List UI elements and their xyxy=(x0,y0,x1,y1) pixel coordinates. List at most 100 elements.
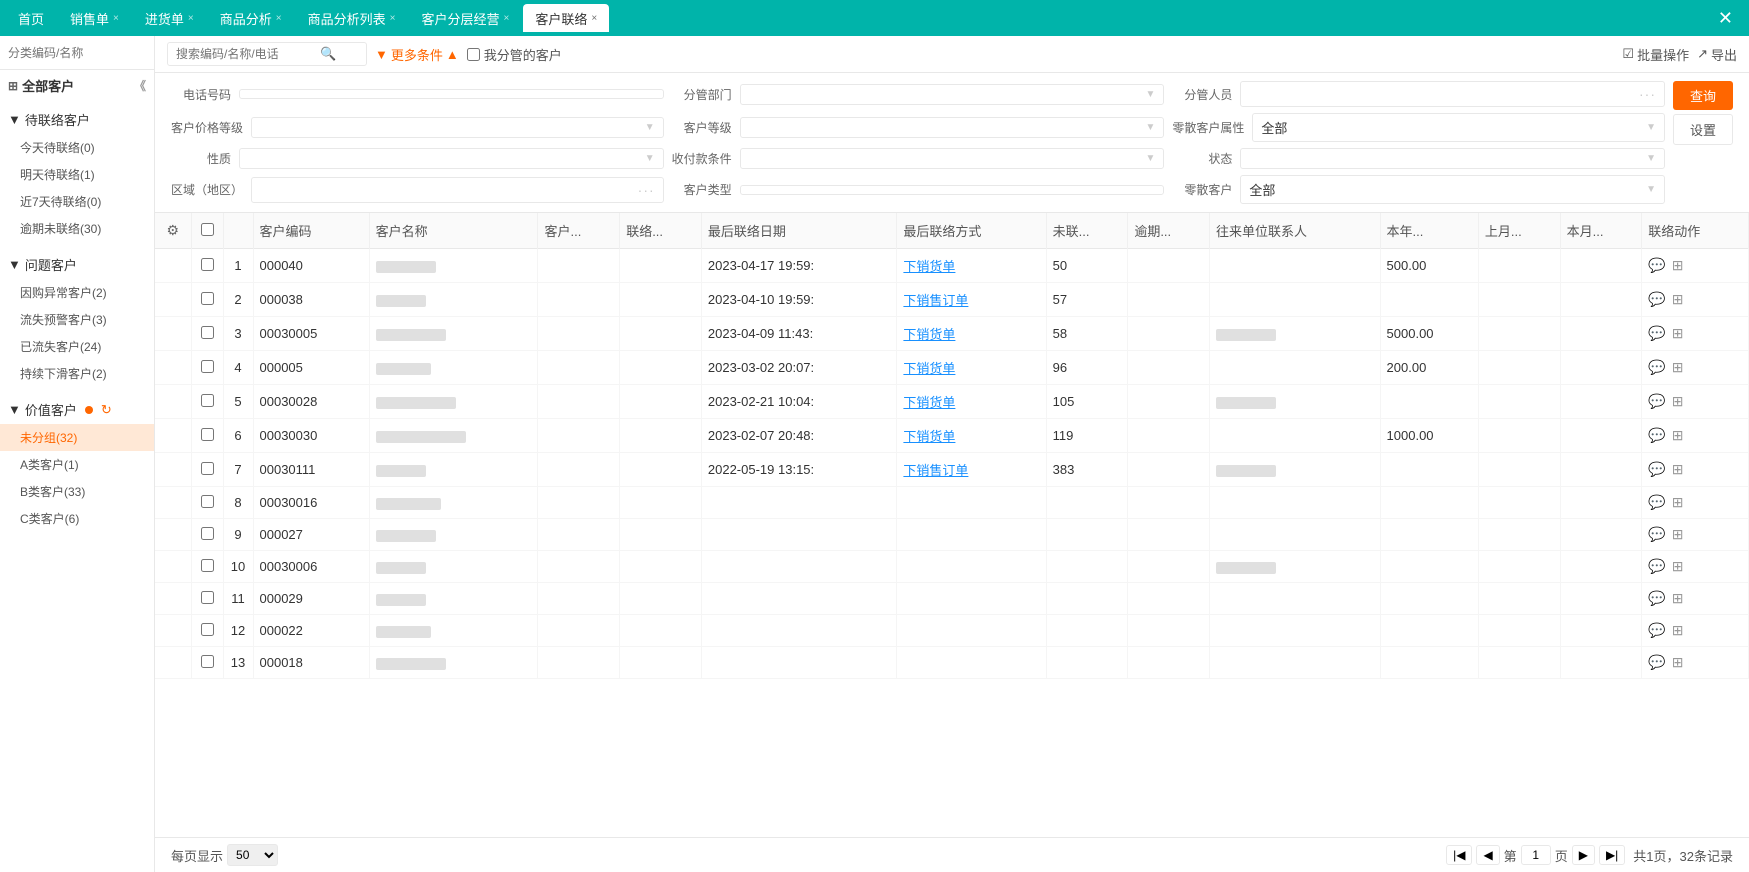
nav-tab-close-icon[interactable]: × xyxy=(503,13,509,24)
nav-tab-商品分析列表[interactable]: 商品分析列表× xyxy=(296,4,408,32)
row-checkbox[interactable] xyxy=(201,559,214,572)
nav-tab-close-icon[interactable]: × xyxy=(591,13,597,24)
sidebar-group-header-问题客户[interactable]: ▼ 问题客户 xyxy=(0,250,154,279)
sidebar-collapse-button[interactable]: 《 xyxy=(134,77,146,94)
row-checkbox[interactable] xyxy=(201,258,214,271)
region-input[interactable]: ··· xyxy=(251,177,664,203)
sidebar-group-header-价值客户[interactable]: ▼ 价值客户↻ xyxy=(0,395,154,424)
sparse-customer-select[interactable]: 全部▼ xyxy=(1240,175,1665,204)
nature-select[interactable]: ▼ xyxy=(239,148,664,169)
contact-message-icon[interactable]: 💬 xyxy=(1648,526,1665,543)
phone-input[interactable] xyxy=(239,89,664,99)
row-checkbox[interactable] xyxy=(201,495,214,508)
contact-message-icon[interactable]: 💬 xyxy=(1648,257,1665,274)
contact-message-icon[interactable]: 💬 xyxy=(1648,393,1665,410)
row-checkbox[interactable] xyxy=(201,326,214,339)
my-customers-checkbox-input[interactable] xyxy=(467,48,480,61)
contact-message-icon[interactable]: 💬 xyxy=(1648,359,1665,376)
nav-tab-close-icon[interactable]: × xyxy=(276,13,282,24)
reset-button[interactable]: 设置 xyxy=(1673,114,1733,145)
contact-message-icon[interactable]: 💬 xyxy=(1648,325,1665,342)
sidebar-item-C类客户(6)[interactable]: C类客户(6) xyxy=(0,505,154,532)
sidebar-item-近7天待联络(0)[interactable]: 近7天待联络(0) xyxy=(0,188,154,215)
payment-select[interactable]: ▼ xyxy=(740,148,1165,169)
contact-grid-icon[interactable]: ⊞ xyxy=(1672,325,1684,342)
more-conditions-button[interactable]: ▼ 更多条件 ▲ xyxy=(375,45,459,64)
row-checkbox[interactable] xyxy=(201,591,214,604)
dept-select[interactable]: ▼ xyxy=(740,84,1165,105)
page-size-select[interactable]: 50 100 200 xyxy=(227,844,278,866)
sparse-attr-select[interactable]: 全部▼ xyxy=(1252,113,1665,142)
row-checkbox[interactable] xyxy=(201,360,214,373)
contact-grid-icon[interactable]: ⊞ xyxy=(1672,654,1684,671)
row-checkbox[interactable] xyxy=(201,655,214,668)
nav-tab-销售单[interactable]: 销售单× xyxy=(58,4,131,32)
query-button[interactable]: 查询 xyxy=(1673,81,1733,110)
contact-message-icon[interactable]: 💬 xyxy=(1648,590,1665,607)
row-checkbox[interactable] xyxy=(201,292,214,305)
contact-grid-icon[interactable]: ⊞ xyxy=(1672,494,1684,511)
contact-grid-icon[interactable]: ⊞ xyxy=(1672,257,1684,274)
contact-message-icon[interactable]: 💬 xyxy=(1648,654,1665,671)
contact-message-icon[interactable]: 💬 xyxy=(1648,622,1665,639)
contact-grid-icon[interactable]: ⊞ xyxy=(1672,359,1684,376)
status-select[interactable]: ▼ xyxy=(1240,148,1665,169)
sidebar-item-持续下滑客户(2)[interactable]: 持续下滑客户(2) xyxy=(0,360,154,387)
contact-grid-icon[interactable]: ⊞ xyxy=(1672,461,1684,478)
sidebar-all-customers[interactable]: ⊞ 全部客户 《 xyxy=(0,70,154,101)
row-checkbox[interactable] xyxy=(201,527,214,540)
last-method-link[interactable]: 下销售订单 xyxy=(903,463,968,478)
sidebar-item-因购异常客户(2)[interactable]: 因购异常客户(2) xyxy=(0,279,154,306)
contact-grid-icon[interactable]: ⊞ xyxy=(1672,291,1684,308)
page-number-input[interactable] xyxy=(1521,845,1551,865)
my-customers-checkbox[interactable]: 我分管的客户 xyxy=(467,45,562,64)
prev-page-button[interactable]: ◀ xyxy=(1476,845,1499,865)
customer-level-select[interactable]: ▼ xyxy=(740,117,1165,138)
person-input[interactable]: ··· xyxy=(1240,81,1665,107)
row-checkbox[interactable] xyxy=(201,462,214,475)
price-level-select[interactable]: ▼ xyxy=(251,117,664,138)
last-method-link[interactable]: 下销货单 xyxy=(903,327,955,342)
nav-tab-客户联络[interactable]: 客户联络× xyxy=(523,4,609,32)
first-page-button[interactable]: |◀ xyxy=(1446,845,1472,865)
contact-message-icon[interactable]: 💬 xyxy=(1648,427,1665,444)
row-checkbox[interactable] xyxy=(201,394,214,407)
contact-grid-icon[interactable]: ⊞ xyxy=(1672,590,1684,607)
select-all-checkbox[interactable] xyxy=(201,223,214,236)
contact-message-icon[interactable]: 💬 xyxy=(1648,558,1665,575)
contact-grid-icon[interactable]: ⊞ xyxy=(1672,622,1684,639)
window-close-button[interactable]: ✕ xyxy=(1710,8,1741,29)
row-checkbox[interactable] xyxy=(201,428,214,441)
contact-grid-icon[interactable]: ⊞ xyxy=(1672,393,1684,410)
last-method-link[interactable]: 下销货单 xyxy=(903,395,955,410)
contact-grid-icon[interactable]: ⊞ xyxy=(1672,526,1684,543)
last-method-link[interactable]: 下销货单 xyxy=(903,259,955,274)
nav-tab-进货单[interactable]: 进货单× xyxy=(133,4,206,32)
sidebar-item-明天待联络(1)[interactable]: 明天待联络(1) xyxy=(0,161,154,188)
refresh-icon[interactable]: ↻ xyxy=(101,402,112,418)
last-page-button[interactable]: ▶| xyxy=(1599,845,1625,865)
next-page-button[interactable]: ▶ xyxy=(1572,845,1595,865)
nav-tab-close-icon[interactable]: × xyxy=(390,13,396,24)
batch-op-button[interactable]: ☑ 批量操作 xyxy=(1622,45,1689,64)
table-gear-icon[interactable]: ⚙ xyxy=(166,222,179,238)
sidebar-item-B类客户(33)[interactable]: B类客户(33) xyxy=(0,478,154,505)
last-method-link[interactable]: 下销货单 xyxy=(903,429,955,444)
sidebar-search-input[interactable] xyxy=(8,46,155,60)
nav-tab-商品分析[interactable]: 商品分析× xyxy=(208,4,294,32)
sidebar-item-逾期未联络(30)[interactable]: 逾期未联络(30) xyxy=(0,215,154,242)
sidebar-item-已流失客户(24)[interactable]: 已流失客户(24) xyxy=(0,333,154,360)
nav-tab-客户分层经营[interactable]: 客户分层经营× xyxy=(409,4,521,32)
sidebar-item-流失预警客户(3)[interactable]: 流失预警客户(3) xyxy=(0,306,154,333)
sidebar-item-今天待联络(0)[interactable]: 今天待联络(0) xyxy=(0,134,154,161)
contact-message-icon[interactable]: 💬 xyxy=(1648,494,1665,511)
home-tab[interactable]: 首页 xyxy=(8,9,54,28)
sidebar-item-未分组(32)[interactable]: 未分组(32) xyxy=(0,424,154,451)
last-method-link[interactable]: 下销货单 xyxy=(903,361,955,376)
contact-message-icon[interactable]: 💬 xyxy=(1648,291,1665,308)
filter-search-input[interactable] xyxy=(176,47,316,61)
last-method-link[interactable]: 下销售订单 xyxy=(903,293,968,308)
nav-tab-close-icon[interactable]: × xyxy=(113,13,119,24)
nav-tab-close-icon[interactable]: × xyxy=(188,13,194,24)
row-checkbox[interactable] xyxy=(201,623,214,636)
